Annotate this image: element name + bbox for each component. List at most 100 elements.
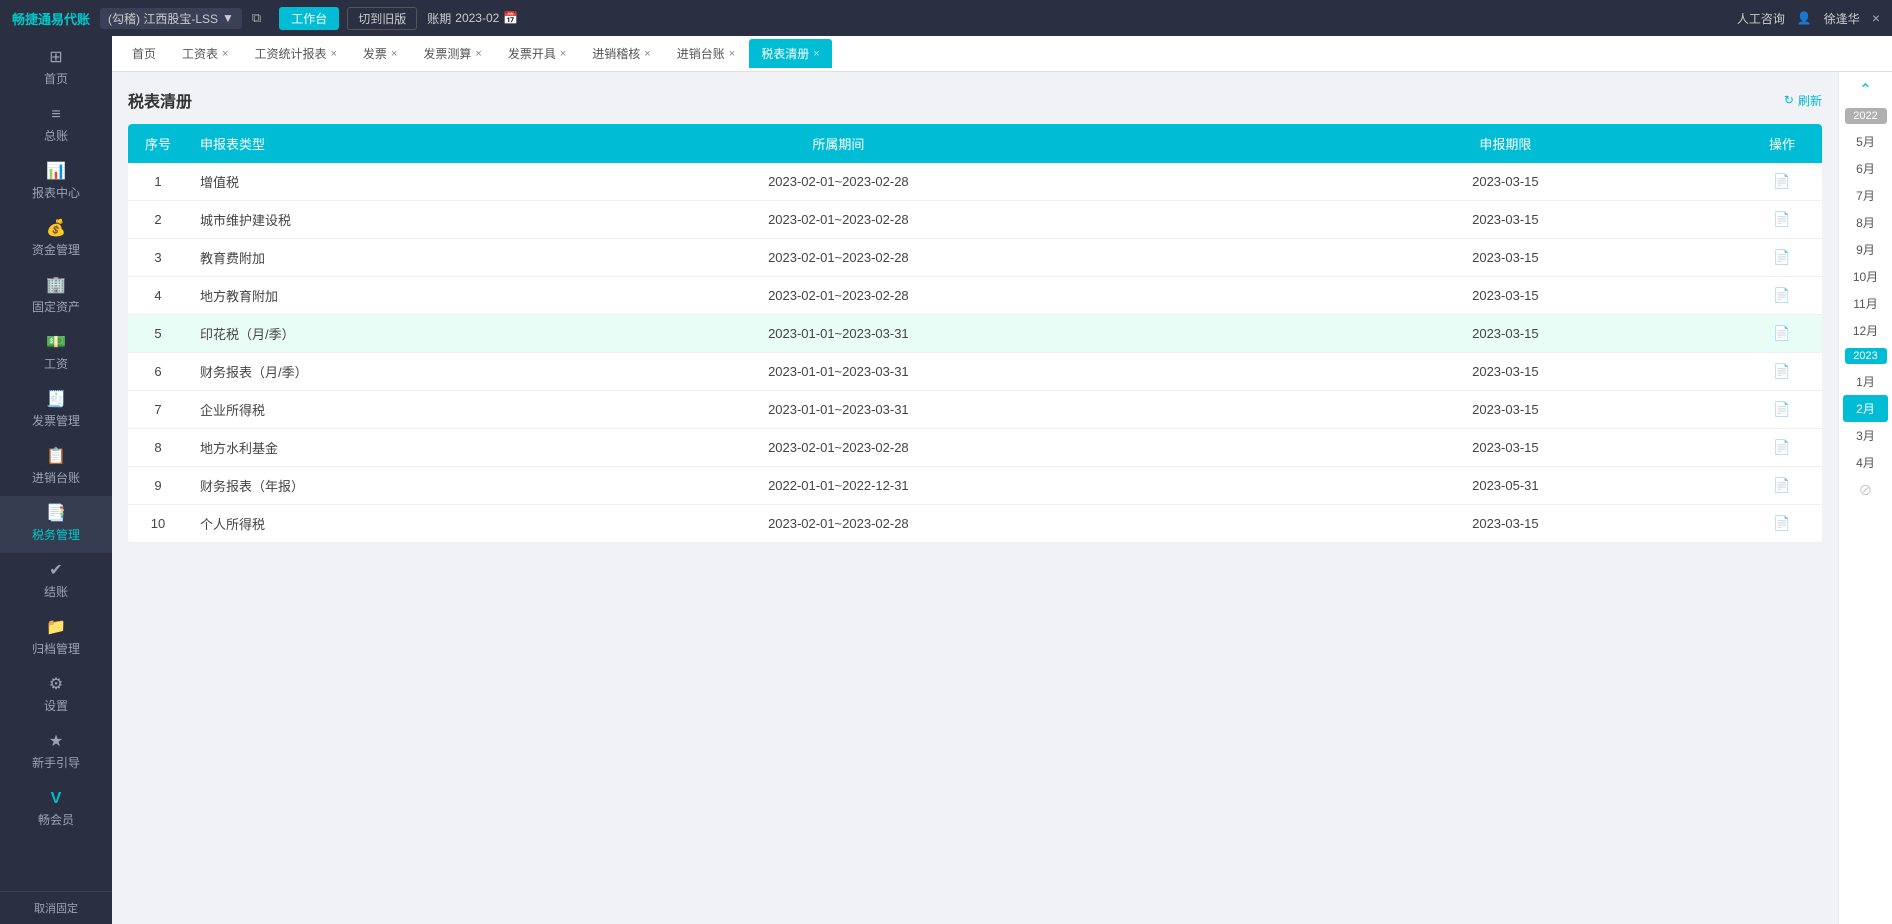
table-row: 6 财务报表（月/季） 2023-01-01~2023-03-31 2023-0… bbox=[128, 353, 1822, 391]
cell-deadline: 2023-03-15 bbox=[1269, 315, 1742, 353]
month-2022-9[interactable]: 9月 bbox=[1839, 236, 1892, 263]
copy-icon[interactable]: ⧉ bbox=[252, 10, 261, 26]
company-selector[interactable]: (勾稽) 江西股宝-LSS ▼ bbox=[100, 8, 242, 29]
tab-invoice-label: 发票 bbox=[363, 45, 387, 62]
timeline-collapse-icon[interactable]: ⊘ bbox=[1855, 476, 1876, 504]
refresh-button[interactable]: ↻ 刷新 bbox=[1784, 92, 1822, 109]
cell-period: 2023-02-01~2023-02-28 bbox=[408, 429, 1269, 467]
sidebar-item-salary[interactable]: 💵 工资 bbox=[0, 325, 112, 382]
month-2022-12[interactable]: 12月 bbox=[1839, 317, 1892, 344]
file-icon[interactable]: 📄 bbox=[1773, 477, 1790, 493]
file-icon[interactable]: 📄 bbox=[1773, 249, 1790, 265]
year-2022: 2022 bbox=[1845, 108, 1887, 124]
member-icon: V bbox=[51, 791, 62, 807]
tab-purchase-audit-close[interactable]: × bbox=[644, 48, 650, 60]
table-row: 4 地方教育附加 2023-02-01~2023-02-28 2023-03-1… bbox=[128, 277, 1822, 315]
tab-invoice-issue[interactable]: 发票开具 × bbox=[496, 39, 578, 68]
sidebar-item-tax[interactable]: 📑 税务管理 bbox=[0, 496, 112, 553]
sidebar-item-settings[interactable]: ⚙ 设置 bbox=[0, 667, 112, 724]
sidebar-item-funds[interactable]: 💰 资金管理 bbox=[0, 211, 112, 268]
month-2022-10[interactable]: 10月 bbox=[1839, 263, 1892, 290]
tab-tax-list-close[interactable]: × bbox=[813, 48, 819, 60]
file-icon[interactable]: 📄 bbox=[1773, 439, 1790, 455]
tab-salary-table[interactable]: 工资表 × bbox=[170, 39, 240, 68]
tab-salary-stats-close[interactable]: × bbox=[330, 48, 336, 60]
file-icon[interactable]: 📄 bbox=[1773, 515, 1790, 531]
tab-tax-list[interactable]: 税表清册 × bbox=[749, 39, 831, 68]
file-icon[interactable]: 📄 bbox=[1773, 173, 1790, 189]
cell-id: 7 bbox=[128, 391, 188, 429]
content-area: 首页 工资表 × 工资统计报表 × 发票 × 发票测算 × 发票开具 × bbox=[112, 36, 1892, 924]
switch-old-button[interactable]: 切到旧版 bbox=[347, 7, 417, 30]
timeline-up-icon[interactable]: ⌃ bbox=[1855, 76, 1876, 104]
sidebar-label-guide: 新手引导 bbox=[32, 754, 80, 771]
tab-purchase-audit-label: 进销稽核 bbox=[592, 45, 640, 62]
cell-action: 📄 bbox=[1742, 505, 1822, 543]
reports-icon: 📊 bbox=[46, 164, 66, 180]
cell-type: 教育费附加 bbox=[188, 239, 408, 277]
cell-type: 地方教育附加 bbox=[188, 277, 408, 315]
sidebar-item-archive[interactable]: 📁 归档管理 bbox=[0, 610, 112, 667]
cell-id: 6 bbox=[128, 353, 188, 391]
tab-home[interactable]: 首页 bbox=[120, 39, 168, 68]
sidebar-item-ledger[interactable]: ≡ 总账 bbox=[0, 97, 112, 154]
cell-deadline: 2023-03-15 bbox=[1269, 429, 1742, 467]
sidebar-item-invoice[interactable]: 🧾 发票管理 bbox=[0, 382, 112, 439]
sidebar-item-member[interactable]: V 畅会员 bbox=[0, 781, 112, 838]
month-2023-2[interactable]: 2月 bbox=[1843, 395, 1888, 422]
tab-invoice[interactable]: 发票 × bbox=[351, 39, 409, 68]
tab-purchase-ledger-close[interactable]: × bbox=[729, 48, 735, 60]
file-icon[interactable]: 📄 bbox=[1773, 325, 1790, 341]
cell-action: 📄 bbox=[1742, 429, 1822, 467]
tab-invoice-close[interactable]: × bbox=[391, 48, 397, 60]
month-2022-8[interactable]: 8月 bbox=[1839, 209, 1892, 236]
file-icon[interactable]: 📄 bbox=[1773, 363, 1790, 379]
cell-period: 2023-02-01~2023-02-28 bbox=[408, 277, 1269, 315]
cell-action: 📄 bbox=[1742, 353, 1822, 391]
cell-id: 2 bbox=[128, 201, 188, 239]
month-2022-5[interactable]: 5月 bbox=[1839, 128, 1892, 155]
sidebar-pin-toggle[interactable]: 取消固定 bbox=[0, 891, 112, 924]
tab-invoice-calc[interactable]: 发票测算 × bbox=[411, 39, 493, 68]
sidebar-item-guide[interactable]: ★ 新手引导 bbox=[0, 724, 112, 781]
tab-purchase-audit[interactable]: 进销稽核 × bbox=[580, 39, 662, 68]
tab-salary-stats[interactable]: 工资统计报表 × bbox=[242, 39, 348, 68]
tab-invoice-issue-close[interactable]: × bbox=[560, 48, 566, 60]
company-name: (勾稽) 江西股宝-LSS bbox=[108, 10, 218, 27]
ai-consult-link[interactable]: 人工咨询 bbox=[1737, 10, 1785, 27]
workstation-button[interactable]: 工作台 bbox=[279, 7, 339, 30]
chevron-down-icon: ▼ bbox=[222, 11, 234, 25]
close-icon[interactable]: × bbox=[1872, 10, 1880, 26]
cell-action: 📄 bbox=[1742, 201, 1822, 239]
table-header-row: 序号 申报表类型 所属期间 申报期限 操作 bbox=[128, 124, 1822, 163]
tab-purchase-ledger[interactable]: 进销台账 × bbox=[665, 39, 747, 68]
sidebar-item-home[interactable]: ⊞ 首页 bbox=[0, 40, 112, 97]
tab-invoice-calc-close[interactable]: × bbox=[475, 48, 481, 60]
period-label: 账期 bbox=[427, 10, 451, 27]
table-row: 9 财务报表（年报） 2022-01-01~2022-12-31 2023-05… bbox=[128, 467, 1822, 505]
file-icon[interactable]: 📄 bbox=[1773, 401, 1790, 417]
month-2023-3[interactable]: 3月 bbox=[1839, 422, 1892, 449]
month-2022-11[interactable]: 11月 bbox=[1839, 290, 1892, 317]
tab-salary-table-close[interactable]: × bbox=[222, 48, 228, 60]
cell-id: 8 bbox=[128, 429, 188, 467]
month-2023-4[interactable]: 4月 bbox=[1839, 449, 1892, 476]
cell-id: 4 bbox=[128, 277, 188, 315]
cell-period: 2023-02-01~2023-02-28 bbox=[408, 505, 1269, 543]
month-2022-6[interactable]: 6月 bbox=[1839, 155, 1892, 182]
funds-icon: 💰 bbox=[46, 221, 66, 237]
sidebar-item-assets[interactable]: 🏢 固定资产 bbox=[0, 268, 112, 325]
calendar-icon[interactable]: 📅 bbox=[503, 11, 518, 25]
file-icon[interactable]: 📄 bbox=[1773, 287, 1790, 303]
cell-action: 📄 bbox=[1742, 391, 1822, 429]
sidebar-item-reports[interactable]: 📊 报表中心 bbox=[0, 154, 112, 211]
sidebar-item-closing[interactable]: ✔ 结账 bbox=[0, 553, 112, 610]
sidebar-item-purchase-sales[interactable]: 📋 进销台账 bbox=[0, 439, 112, 496]
table-row: 2 城市维护建设税 2023-02-01~2023-02-28 2023-03-… bbox=[128, 201, 1822, 239]
page-header: 税表清册 ↻ 刷新 bbox=[128, 88, 1822, 112]
file-icon[interactable]: 📄 bbox=[1773, 211, 1790, 227]
month-2023-1[interactable]: 1月 bbox=[1839, 368, 1892, 395]
cell-type: 城市维护建设税 bbox=[188, 201, 408, 239]
closing-icon: ✔ bbox=[49, 563, 62, 579]
month-2022-7[interactable]: 7月 bbox=[1839, 182, 1892, 209]
